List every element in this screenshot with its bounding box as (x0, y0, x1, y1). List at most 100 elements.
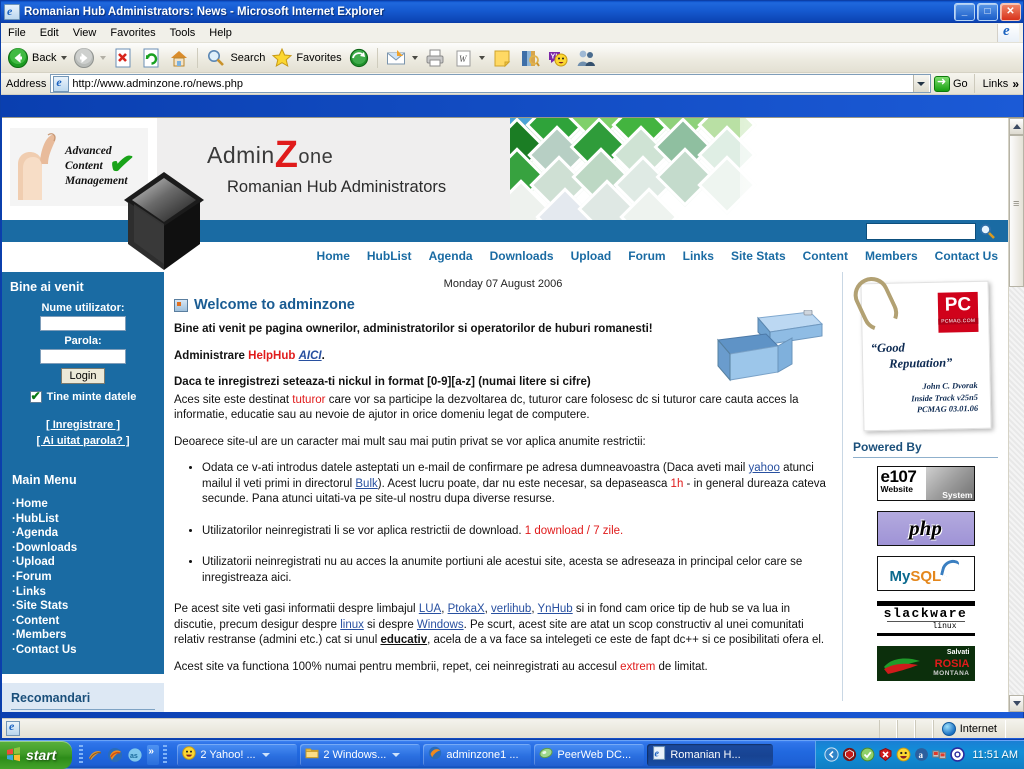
menu-item-upload[interactable]: ·Upload (12, 555, 154, 570)
menu-item-members[interactable]: ·Members (12, 628, 154, 643)
pcmag-ad-wrap[interactable]: PC PCMAG.COM “Good Reputation” John C. D… (843, 272, 1008, 436)
go-button[interactable]: Go (931, 76, 974, 92)
menu-favorites[interactable]: Favorites (103, 25, 162, 41)
stop-button[interactable] (109, 45, 137, 71)
print-button[interactable] (421, 45, 449, 71)
overflow-chevron-icon[interactable]: » (1012, 77, 1019, 91)
scrollbar-thumb[interactable] (1009, 135, 1024, 287)
favorites-button[interactable]: Favorites (268, 45, 344, 71)
refresh-button[interactable] (137, 45, 165, 71)
security-zone[interactable]: Internet (933, 720, 1006, 738)
task-adminzone[interactable]: adminzone1 ... (423, 744, 531, 766)
slackware-badge[interactable]: slackware linux (877, 601, 975, 636)
task-peerweb-dc[interactable]: PeerWeb DC... (534, 744, 644, 766)
menu-item-content[interactable]: ·Content (12, 614, 154, 629)
forgot-password-link[interactable]: [ Ai uitat parola? ] (36, 435, 129, 447)
ynhub-link[interactable]: YnHub (538, 603, 573, 615)
adobe-icon[interactable]: a (914, 747, 929, 762)
menu-edit[interactable]: Edit (33, 25, 66, 41)
lua-link[interactable]: LUA (419, 603, 441, 615)
nav-forum[interactable]: Forum (628, 249, 665, 263)
menu-item-home[interactable]: ·Home (12, 497, 154, 512)
php-badge[interactable]: php (877, 511, 975, 546)
nav-hublist[interactable]: HubList (367, 249, 412, 263)
windows-link[interactable]: Windows (417, 619, 464, 631)
register-link[interactable]: [ Inregistrare ] (46, 419, 120, 431)
ptokax-link[interactable]: PtokaX (448, 603, 485, 615)
nav-home[interactable]: Home (317, 249, 350, 263)
remember-me-row[interactable]: Tine minte datele (10, 391, 156, 403)
e107-badge[interactable]: e107 Website System (877, 466, 975, 501)
taskbar-grip[interactable] (163, 745, 167, 765)
menu-item-site-stats[interactable]: ·Site Stats (12, 599, 154, 614)
scroll-up-button[interactable] (1009, 118, 1024, 135)
rosia-montana-badge[interactable]: Salvati ROSIA MONTANA (877, 646, 975, 681)
nav-content[interactable]: Content (803, 249, 848, 263)
maximize-button[interactable]: □ (977, 3, 998, 21)
menu-item-contact-us[interactable]: ·Contact Us (12, 643, 154, 658)
quicklaunch-grip[interactable] (79, 745, 83, 765)
minimize-button[interactable]: _ (954, 3, 975, 21)
helphub-aici-link[interactable]: AICI (299, 350, 322, 362)
nav-upload[interactable]: Upload (571, 249, 612, 263)
scrollbar-track[interactable] (1009, 135, 1024, 695)
msn-icon[interactable]: as (127, 747, 143, 763)
address-dropdown-button[interactable] (913, 75, 929, 92)
edit-dropdown-icon[interactable] (479, 56, 485, 60)
nav-downloads[interactable]: Downloads (490, 249, 554, 263)
close-button[interactable]: ✕ (1000, 3, 1021, 21)
menu-item-downloads[interactable]: ·Downloads (12, 541, 154, 556)
antivirus-icon[interactable] (878, 747, 893, 762)
task-yahoo[interactable]: 2 Yahoo! ... (177, 744, 297, 766)
task-windows-explorer[interactable]: 2 Windows... (300, 744, 420, 766)
yahoo-link[interactable]: yahoo (749, 462, 780, 474)
history-button[interactable] (345, 45, 373, 71)
network-icon[interactable] (932, 747, 947, 762)
nav-links[interactable]: Links (683, 249, 714, 263)
menu-tools[interactable]: Tools (163, 25, 203, 41)
notes-button[interactable] (488, 45, 516, 71)
firefox-icon[interactable] (107, 747, 123, 763)
search-button[interactable]: Search (202, 45, 268, 71)
menu-item-forum[interactable]: ·Forum (12, 570, 154, 585)
links-button[interactable]: Links » (974, 74, 1021, 93)
show-hidden-icon[interactable] (824, 747, 839, 762)
edit-word-button[interactable]: W (449, 45, 488, 71)
scroll-down-button[interactable] (1009, 695, 1024, 712)
mysql-badge[interactable]: MySQL (877, 556, 975, 591)
menu-item-agenda[interactable]: ·Agenda (12, 526, 154, 541)
mail-dropdown-icon[interactable] (412, 56, 418, 60)
nav-contact-us[interactable]: Contact Us (935, 249, 998, 263)
show-desktop-icon[interactable] (87, 747, 103, 763)
daemon-tools-icon[interactable] (950, 747, 965, 762)
task-romanian-hub[interactable]: e Romanian H... (647, 744, 773, 766)
overflow-icon[interactable]: » (147, 745, 159, 765)
shield-red-icon[interactable] (842, 747, 857, 762)
verlihub-link[interactable]: verlihub (491, 603, 531, 615)
remember-me-checkbox[interactable] (30, 391, 42, 403)
start-button[interactable]: start (0, 741, 72, 769)
menu-item-hublist[interactable]: ·HubList (12, 512, 154, 527)
forward-button[interactable] (70, 45, 109, 71)
menu-file[interactable]: File (1, 25, 33, 41)
back-dropdown-icon[interactable] (61, 56, 67, 60)
home-button[interactable] (165, 45, 193, 71)
bulk-link[interactable]: Bulk (355, 478, 377, 490)
password-input[interactable] (40, 349, 126, 364)
page-scrollbar[interactable] (1008, 118, 1024, 712)
address-input[interactable]: http://www.adminzone.ro/news.php (50, 74, 931, 93)
yahoo-icon[interactable] (896, 747, 911, 762)
task-group-chevron-icon[interactable] (392, 753, 400, 757)
taskbar-clock[interactable]: 11:51 AM (972, 749, 1018, 761)
username-input[interactable] (40, 316, 126, 331)
nav-site-stats[interactable]: Site Stats (731, 249, 786, 263)
mail-button[interactable] (382, 45, 421, 71)
task-group-chevron-icon[interactable] (262, 753, 270, 757)
research-button[interactable] (516, 45, 544, 71)
nav-agenda[interactable]: Agenda (429, 249, 473, 263)
menu-view[interactable]: View (66, 25, 104, 41)
search-input[interactable] (866, 223, 976, 240)
menu-item-links[interactable]: ·Links (12, 585, 154, 600)
nav-members[interactable]: Members (865, 249, 918, 263)
login-button[interactable]: Login (61, 368, 106, 384)
